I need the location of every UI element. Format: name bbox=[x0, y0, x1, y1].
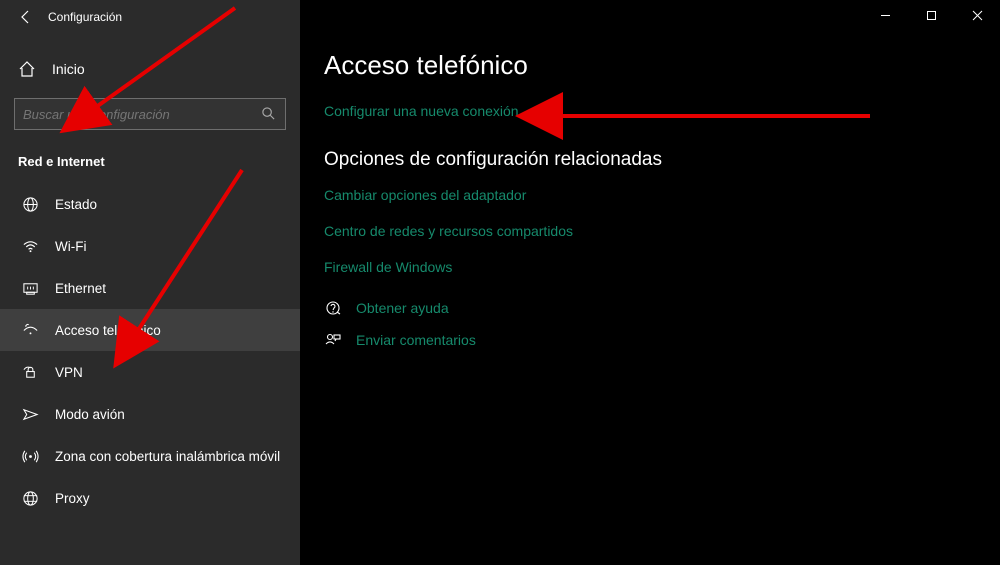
sidebar-item-hotspot[interactable]: Zona con cobertura inalámbrica móvil bbox=[0, 435, 300, 477]
category-header: Red e Internet bbox=[0, 144, 300, 183]
proxy-icon bbox=[21, 489, 39, 507]
close-button[interactable] bbox=[954, 0, 1000, 30]
sidebar-item-airplane[interactable]: Modo avión bbox=[0, 393, 300, 435]
airplane-icon bbox=[21, 405, 39, 423]
help-icon bbox=[324, 299, 342, 317]
page-title: Acceso telefónico bbox=[324, 50, 990, 81]
sidebar-item-label: Estado bbox=[55, 197, 97, 212]
adapter-options-link[interactable]: Cambiar opciones del adaptador bbox=[324, 187, 990, 203]
maximize-button[interactable] bbox=[908, 0, 954, 30]
sidebar-item-wifi[interactable]: Wi-Fi bbox=[0, 225, 300, 267]
sidebar-item-ethernet[interactable]: Ethernet bbox=[0, 267, 300, 309]
titlebar: Configuración bbox=[0, 0, 1000, 34]
get-help-link[interactable]: Obtener ayuda bbox=[356, 300, 449, 316]
search-box[interactable] bbox=[14, 98, 286, 130]
network-center-link[interactable]: Centro de redes y recursos compartidos bbox=[324, 223, 990, 239]
feedback-row[interactable]: Enviar comentarios bbox=[324, 331, 990, 349]
sidebar-item-label: Modo avión bbox=[55, 407, 125, 422]
dialup-icon bbox=[21, 321, 39, 339]
minimize-button[interactable] bbox=[862, 0, 908, 30]
sidebar-item-proxy[interactable]: Proxy bbox=[0, 477, 300, 519]
home-button[interactable]: Inicio bbox=[0, 50, 300, 88]
sidebar-item-label: VPN bbox=[55, 365, 83, 380]
home-label: Inicio bbox=[52, 61, 85, 77]
sidebar-item-label: Ethernet bbox=[55, 281, 106, 296]
sidebar-item-status[interactable]: Estado bbox=[0, 183, 300, 225]
feedback-icon bbox=[324, 331, 342, 349]
sidebar-item-vpn[interactable]: VPN bbox=[0, 351, 300, 393]
sidebar-item-dialup[interactable]: Acceso telefónico bbox=[0, 309, 300, 351]
hotspot-icon bbox=[21, 447, 39, 465]
get-help-row[interactable]: Obtener ayuda bbox=[324, 299, 990, 317]
firewall-link[interactable]: Firewall de Windows bbox=[324, 259, 990, 275]
wifi-icon bbox=[21, 237, 39, 255]
sidebar-item-label: Acceso telefónico bbox=[55, 323, 161, 338]
ethernet-icon bbox=[21, 279, 39, 297]
main-content: Acceso telefónico Configurar una nueva c… bbox=[300, 0, 1000, 565]
sidebar-item-label: Wi-Fi bbox=[55, 239, 86, 254]
window-title: Configuración bbox=[48, 10, 122, 24]
globe-icon bbox=[21, 195, 39, 213]
search-input[interactable] bbox=[23, 107, 261, 122]
related-heading: Opciones de configuración relacionadas bbox=[324, 149, 990, 171]
sidebar-item-label: Proxy bbox=[55, 491, 90, 506]
feedback-link[interactable]: Enviar comentarios bbox=[356, 332, 476, 348]
sidebar: Inicio Red e Internet Estado Wi-Fi bbox=[0, 0, 300, 565]
vpn-icon bbox=[21, 363, 39, 381]
home-icon bbox=[18, 60, 36, 78]
window-controls bbox=[862, 0, 1000, 30]
search-icon bbox=[261, 106, 277, 122]
sidebar-item-label: Zona con cobertura inalámbrica móvil bbox=[55, 449, 280, 464]
back-button[interactable] bbox=[18, 9, 34, 25]
new-connection-link[interactable]: Configurar una nueva conexión bbox=[324, 103, 990, 119]
